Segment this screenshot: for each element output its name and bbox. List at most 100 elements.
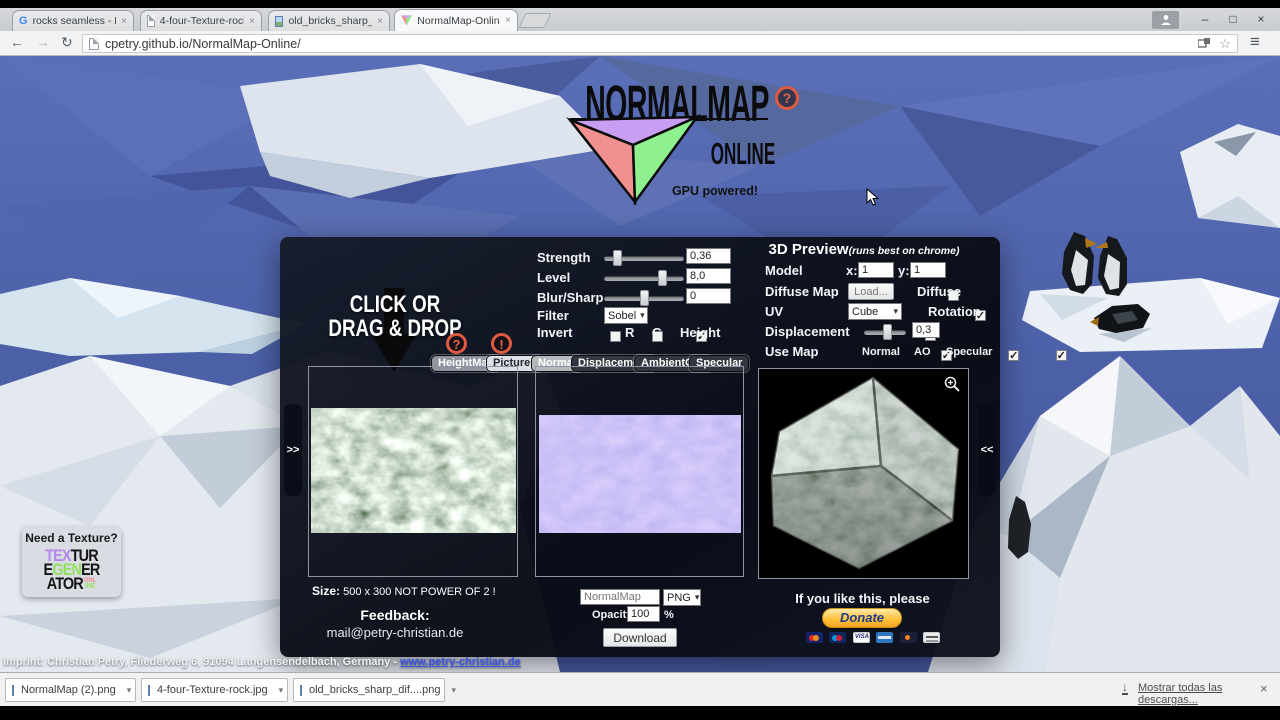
- strength-slider-thumb[interactable]: [613, 250, 622, 266]
- heightmap-texture: [311, 408, 516, 533]
- file-image-icon: [12, 684, 14, 696]
- filter-select[interactable]: Sobel ▾: [604, 307, 648, 324]
- blur-sharp-slider[interactable]: [604, 290, 684, 306]
- browser-tab-1[interactable]: G rocks seamless - Buscar c ×: [12, 10, 134, 31]
- opacity-input[interactable]: [627, 606, 660, 622]
- heightmap-help-icon[interactable]: ?: [446, 333, 467, 354]
- gpu-powered-label: GPU powered!: [671, 184, 759, 198]
- feedback-label: Feedback:: [360, 607, 430, 623]
- texture-generator-ad[interactable]: Need a Texture? TEXTUR EGENER ATOR ONL I…: [22, 527, 121, 597]
- page-icon: [89, 37, 99, 50]
- window-minimize-button[interactable]: –: [1192, 8, 1218, 31]
- downloads-bar-close-icon[interactable]: ×: [1260, 681, 1268, 696]
- download-item-name: old_bricks_sharp_dif....png: [309, 684, 441, 696]
- opacity-percent: %: [664, 609, 674, 621]
- show-all-downloads-link[interactable]: Mostrar todas las descargas...: [1138, 682, 1280, 706]
- chevron-down-icon[interactable]: ▾: [451, 685, 456, 696]
- diffuse-map-label: Diffuse Map: [765, 284, 839, 299]
- zoom-icon[interactable]: [944, 376, 960, 392]
- dropdown-caret-icon: ▾: [893, 306, 898, 316]
- tab-close-icon[interactable]: ×: [249, 16, 255, 27]
- visa-icon: VISA: [852, 632, 870, 643]
- back-button[interactable]: ←: [10, 34, 24, 50]
- uv-select[interactable]: Cube ▾: [848, 303, 902, 320]
- level-slider[interactable]: [604, 270, 684, 286]
- blur-sharp-value-input[interactable]: [686, 288, 731, 304]
- collapse-right-button[interactable]: <<: [978, 404, 996, 496]
- displacement-value-input[interactable]: [912, 322, 940, 338]
- use-normal-label: Normal: [862, 346, 900, 358]
- download-button[interactable]: Download: [603, 628, 677, 647]
- load-diffuse-button[interactable]: Load...: [848, 283, 894, 300]
- dropdown-caret-icon: ▾: [694, 592, 700, 602]
- imprint-bar: Imprint: Christian Petry, Fliederweg 6, …: [3, 656, 521, 668]
- heightmap-panel[interactable]: [308, 366, 518, 577]
- download-item-1[interactable]: NormalMap (2).png ▾: [5, 678, 136, 702]
- browser-tab-2[interactable]: 4-four-Texture-rock.jpg (5 ×: [140, 10, 262, 31]
- discover-icon: [899, 632, 917, 643]
- level-value-input[interactable]: [686, 268, 731, 284]
- bookmark-star-icon[interactable]: ☆: [1219, 36, 1231, 52]
- blur-sharp-slider-thumb[interactable]: [640, 290, 649, 306]
- displacement-slider[interactable]: [864, 324, 906, 340]
- person-icon: [1160, 15, 1171, 25]
- texture-logo-part: ATOR: [46, 574, 84, 593]
- donate-message: If you like this, please: [795, 591, 930, 606]
- model-label: Model: [765, 263, 803, 278]
- tab-close-icon[interactable]: ×: [505, 15, 511, 26]
- dropzone-line2[interactable]: DRAG & DROP: [325, 315, 465, 343]
- tab-title: rocks seamless - Buscar c: [32, 15, 117, 27]
- download-item-3[interactable]: old_bricks_sharp_dif....png ▾: [293, 678, 456, 702]
- normalmap-panel[interactable]: [535, 366, 744, 577]
- displacement-slider-thumb[interactable]: [883, 324, 892, 340]
- chevron-down-icon[interactable]: ▾: [279, 685, 284, 696]
- new-tab-button[interactable]: [518, 13, 552, 28]
- browser-tab-active[interactable]: NormalMap-Online ×: [394, 9, 518, 31]
- use-specular-checkbox[interactable]: [1055, 349, 1067, 362]
- download-item-2[interactable]: 4-four-Texture-rock.jpg ▾: [141, 678, 288, 702]
- window-close-button[interactable]: ×: [1248, 8, 1274, 31]
- feedback-email[interactable]: mail@petry-christian.de: [300, 625, 490, 640]
- window-maximize-button[interactable]: □: [1220, 8, 1246, 31]
- dropdown-caret-icon: ▾: [640, 310, 645, 320]
- level-slider-thumb[interactable]: [658, 270, 667, 286]
- file-image-icon: [148, 684, 150, 696]
- forward-button[interactable]: →: [36, 34, 50, 50]
- model-x-input[interactable]: [858, 262, 894, 278]
- reload-button[interactable]: ↻: [61, 34, 73, 51]
- download-item-name: 4-four-Texture-rock.jpg: [157, 684, 268, 696]
- tab-close-icon[interactable]: ×: [121, 16, 127, 27]
- tab-title: NormalMap-Online: [417, 14, 501, 27]
- address-bar[interactable]: cpetry.github.io/NormalMap-Online/ ☆: [82, 34, 1238, 53]
- tab-title: old_bricks_sharp_diff_DISP: [288, 15, 372, 27]
- amex-icon: [876, 632, 894, 643]
- menu-button[interactable]: ≡: [1250, 32, 1260, 52]
- preview3d-title-text: 3D Preview: [768, 241, 849, 258]
- imprint-text: Imprint: Christian Petry, Fliederweg 6, …: [3, 656, 401, 668]
- invert-r-checkbox[interactable]: [610, 331, 621, 342]
- document-favicon-icon: [147, 15, 155, 27]
- format-select[interactable]: PNG ▾: [663, 589, 701, 606]
- preview3d-viewport[interactable]: [758, 368, 969, 579]
- model-y-input[interactable]: [910, 262, 946, 278]
- logo-help-icon[interactable]: ?: [775, 86, 799, 110]
- extension-icon[interactable]: [1198, 38, 1211, 49]
- strength-value-input[interactable]: [686, 248, 731, 264]
- diffuse-checkbox-label: Diffuse: [917, 284, 962, 299]
- browser-toolbar: ← → ↻ cpetry.github.io/NormalMap-Online/…: [0, 31, 1280, 56]
- heightmap-warning-icon[interactable]: !: [491, 333, 512, 354]
- profile-avatar-button[interactable]: [1152, 11, 1179, 29]
- tab-close-icon[interactable]: ×: [377, 16, 383, 27]
- filename-input[interactable]: [580, 589, 660, 605]
- strength-slider[interactable]: [604, 250, 684, 266]
- letterbox-bottom: [0, 706, 1280, 720]
- chevron-down-icon[interactable]: ▾: [127, 685, 132, 696]
- use-map-label: Use Map: [765, 344, 819, 359]
- use-ao-checkbox[interactable]: [1008, 349, 1020, 362]
- donate-button[interactable]: Donate: [822, 608, 902, 628]
- expand-left-button[interactable]: >>: [284, 404, 302, 496]
- browser-tab-3[interactable]: old_bricks_sharp_diff_DISP ×: [268, 10, 390, 31]
- size-info: Size: 500 x 300 NOT POWER OF 2 !: [312, 584, 496, 598]
- url-text[interactable]: cpetry.github.io/NormalMap-Online/: [105, 37, 301, 51]
- imprint-link[interactable]: www.petry-christian.de: [400, 656, 521, 668]
